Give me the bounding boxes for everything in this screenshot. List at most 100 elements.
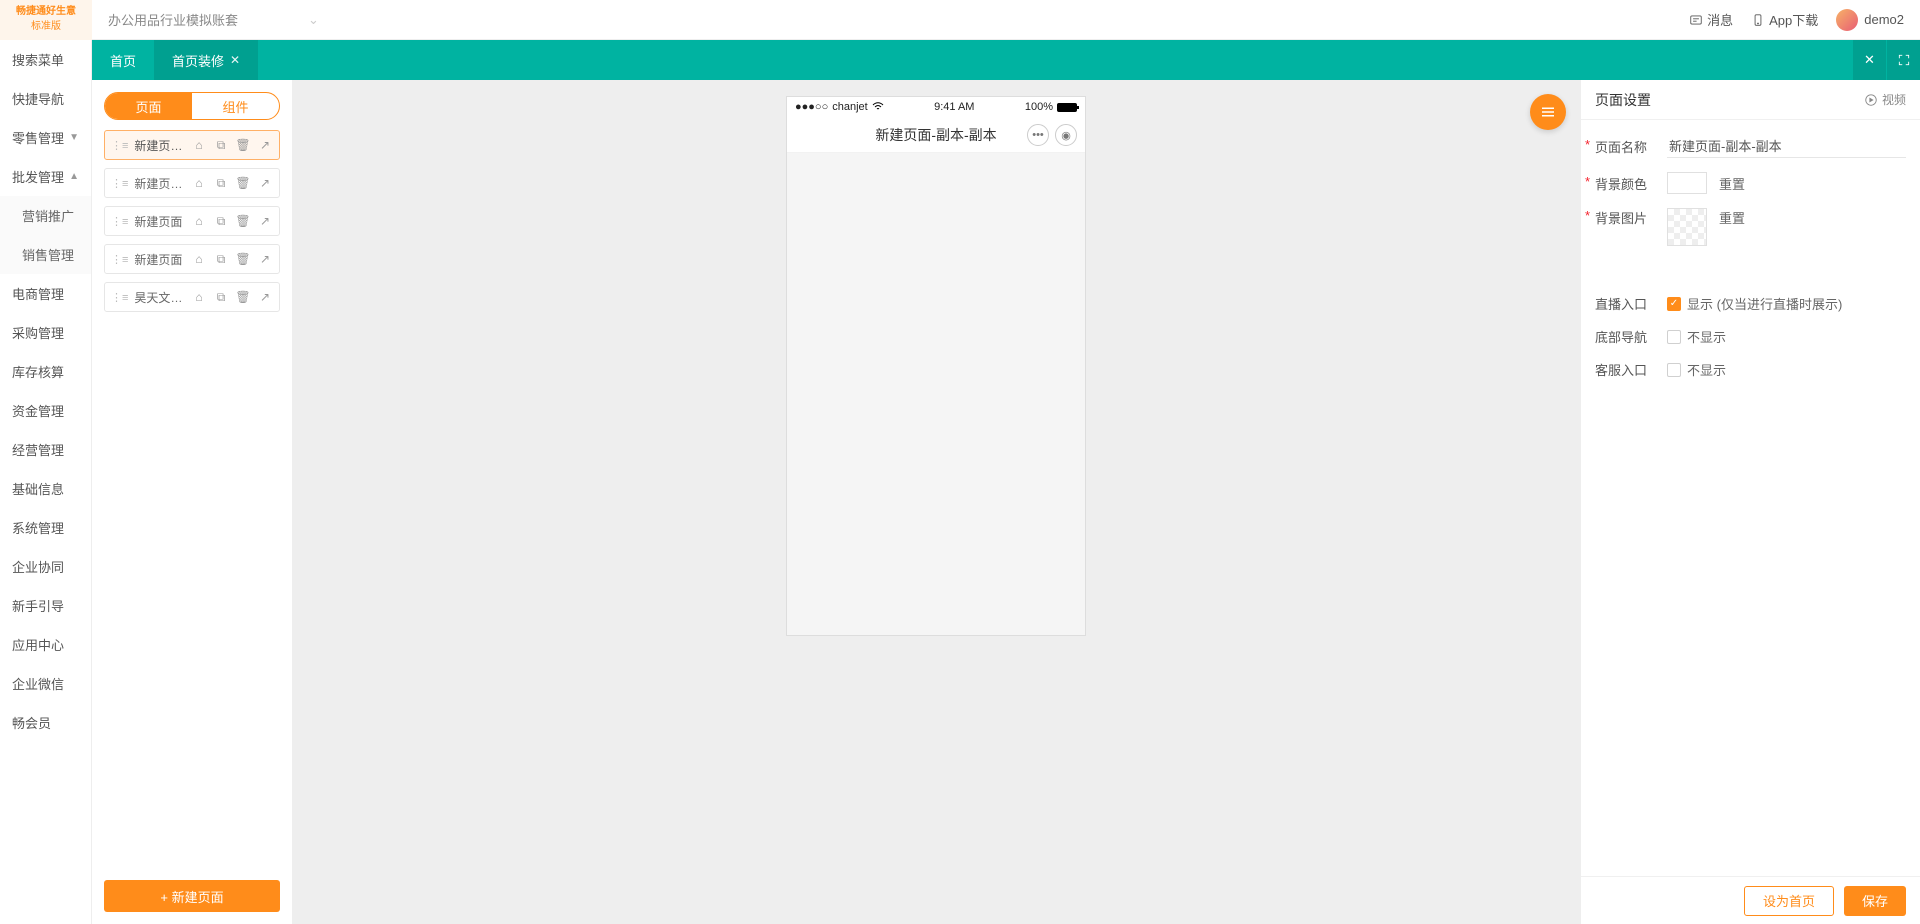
- home-icon[interactable]: ⌂: [191, 176, 207, 190]
- nav-subitem[interactable]: 营销推广: [0, 196, 91, 235]
- bg-image-picker[interactable]: [1667, 208, 1707, 246]
- open-icon[interactable]: ↗: [257, 138, 273, 152]
- page-list: ⋮≡新建页面-副本...⌂⧉🗑↗⋮≡新建页面-副本⌂⧉🗑↗⋮≡新建页面⌂⧉🗑↗⋮…: [104, 130, 280, 870]
- nav-item[interactable]: 库存核算: [0, 352, 91, 391]
- user-menu[interactable]: demo2: [1836, 9, 1904, 31]
- bottom-nav-text: 不显示: [1687, 327, 1726, 346]
- phone-more-icon[interactable]: •••: [1027, 124, 1049, 146]
- phone-icon: [1751, 13, 1765, 27]
- page-list-item[interactable]: ⋮≡新建页面-副本...⌂⧉🗑↗: [104, 130, 280, 160]
- nav-item[interactable]: 应用中心: [0, 625, 91, 664]
- nav-item[interactable]: 零售管理▼: [0, 118, 91, 157]
- service-entry-checkbox[interactable]: 不显示: [1667, 360, 1726, 379]
- nav-item[interactable]: 企业协同: [0, 547, 91, 586]
- close-icon[interactable]: ✕: [230, 53, 240, 67]
- phone-statusbar: ●●●○○ chanjet 9:41 AM 100%: [787, 97, 1085, 117]
- logo-name: 畅捷通好生意: [16, 7, 76, 17]
- copy-icon[interactable]: ⧉: [213, 214, 229, 229]
- bottom-nav-checkbox[interactable]: 不显示: [1667, 327, 1726, 346]
- new-page-button[interactable]: + 新建页面: [104, 880, 280, 912]
- chevron-down-icon: ⌄: [308, 12, 319, 28]
- settings-footer: 设为首页 保存: [1581, 876, 1920, 924]
- drag-handle-icon[interactable]: ⋮≡: [111, 139, 128, 152]
- tabbar-fullscreen-button[interactable]: [1886, 40, 1920, 80]
- tab-decorate[interactable]: 首页装修 ✕: [154, 40, 258, 80]
- delete-icon[interactable]: 🗑: [235, 138, 251, 152]
- page-list-item[interactable]: ⋮≡ 昊天文具店 ⌂ ⧉ 🗑 ↗: [104, 282, 280, 312]
- page-list-item[interactable]: ⋮≡新建页面-副本⌂⧉🗑↗: [104, 168, 280, 198]
- tab-home[interactable]: 首页: [92, 40, 154, 80]
- video-help-link[interactable]: 视频: [1864, 91, 1906, 108]
- field-page-name: *页面名称: [1595, 134, 1906, 158]
- switch-component[interactable]: 组件: [192, 93, 279, 119]
- page-name-input[interactable]: [1667, 134, 1906, 158]
- phone-time: 9:41 AM: [934, 101, 974, 113]
- battery-icon: [1057, 103, 1077, 112]
- nav-item[interactable]: 搜索菜单: [0, 40, 91, 79]
- nav-item[interactable]: 批发管理▲: [0, 157, 91, 196]
- page-name-label: 页面名称: [1595, 140, 1647, 155]
- phone-target-icon[interactable]: ◉: [1055, 124, 1077, 146]
- live-entry-checkbox[interactable]: ✓ 显示 (仅当进行直播时展示): [1667, 294, 1842, 313]
- page-item-name: 昊天文具店: [134, 289, 185, 306]
- open-icon[interactable]: ↗: [257, 252, 273, 266]
- page-list-item[interactable]: ⋮≡新建页面⌂⧉🗑↗: [104, 244, 280, 274]
- nav-item[interactable]: 经营管理: [0, 430, 91, 469]
- copy-icon[interactable]: ⧉: [213, 290, 229, 305]
- open-icon[interactable]: ↗: [257, 176, 273, 190]
- message-icon: [1689, 13, 1703, 27]
- nav-item[interactable]: 新手引导: [0, 586, 91, 625]
- delete-icon[interactable]: 🗑: [235, 290, 251, 304]
- copy-icon[interactable]: ⧉: [213, 252, 229, 267]
- delete-icon[interactable]: 🗑: [235, 214, 251, 228]
- delete-icon[interactable]: 🗑: [235, 252, 251, 266]
- home-icon[interactable]: ⌂: [191, 252, 207, 266]
- video-label: 视频: [1882, 91, 1906, 108]
- account-set-selector[interactable]: 办公用品行业模拟账套 ⌄: [108, 10, 319, 29]
- drag-handle-icon[interactable]: ⋮≡: [111, 215, 128, 228]
- nav-item[interactable]: 快捷导航: [0, 79, 91, 118]
- open-icon[interactable]: ↗: [257, 214, 273, 228]
- drag-handle-icon[interactable]: ⋮≡: [111, 177, 128, 190]
- messages-link[interactable]: 消息: [1689, 10, 1733, 29]
- signal-dots-icon: ●●●○○: [795, 101, 828, 113]
- drag-handle-icon[interactable]: ⋮≡: [111, 253, 128, 266]
- switch-page[interactable]: 页面: [105, 93, 192, 119]
- copy-icon[interactable]: ⧉: [213, 138, 229, 153]
- nav-item[interactable]: 系统管理: [0, 508, 91, 547]
- nav-item[interactable]: 畅会员: [0, 703, 91, 742]
- service-entry-label: 客服入口: [1595, 360, 1655, 379]
- copy-icon[interactable]: ⧉: [213, 176, 229, 191]
- canvas-fab-button[interactable]: [1530, 94, 1566, 130]
- home-icon[interactable]: ⌂: [191, 290, 207, 304]
- field-bg-color: *背景颜色 重置: [1595, 172, 1906, 194]
- delete-icon[interactable]: 🗑: [235, 176, 251, 190]
- app-download-link[interactable]: App下载: [1751, 10, 1818, 29]
- signal-area: ●●●○○ chanjet: [795, 101, 884, 114]
- nav-subitem[interactable]: 销售管理: [0, 235, 91, 274]
- page-list-item[interactable]: ⋮≡新建页面⌂⧉🗑↗: [104, 206, 280, 236]
- bg-color-swatch[interactable]: [1667, 172, 1707, 194]
- account-set-label: 办公用品行业模拟账套: [108, 10, 238, 29]
- service-entry-text: 不显示: [1687, 360, 1726, 379]
- save-button[interactable]: 保存: [1844, 886, 1906, 916]
- top-header: 畅捷通好生意 标准版 办公用品行业模拟账套 ⌄ 消息 App下载 demo2: [0, 0, 1920, 40]
- open-icon[interactable]: ↗: [257, 290, 273, 304]
- page-list-panel: 页面 组件 ⋮≡新建页面-副本...⌂⧉🗑↗⋮≡新建页面-副本⌂⧉🗑↗⋮≡新建页…: [92, 80, 292, 924]
- nav-item[interactable]: 采购管理: [0, 313, 91, 352]
- nav-item[interactable]: 基础信息: [0, 469, 91, 508]
- nav-item[interactable]: 电商管理: [0, 274, 91, 313]
- tabbar-close-button[interactable]: ✕: [1852, 40, 1886, 80]
- checkbox-unchecked-icon: [1667, 330, 1681, 344]
- bg-image-reset[interactable]: 重置: [1719, 208, 1745, 227]
- phone-title-text: 新建页面-副本-副本: [875, 125, 996, 145]
- nav-item[interactable]: 企业微信: [0, 664, 91, 703]
- messages-label: 消息: [1707, 10, 1733, 29]
- drag-handle-icon[interactable]: ⋮≡: [111, 291, 128, 304]
- logo: 畅捷通好生意 标准版: [0, 0, 92, 40]
- nav-item[interactable]: 资金管理: [0, 391, 91, 430]
- set-home-button[interactable]: 设为首页: [1744, 886, 1834, 916]
- home-icon[interactable]: ⌂: [191, 138, 207, 152]
- bg-color-reset[interactable]: 重置: [1719, 174, 1745, 193]
- home-icon[interactable]: ⌂: [191, 214, 207, 228]
